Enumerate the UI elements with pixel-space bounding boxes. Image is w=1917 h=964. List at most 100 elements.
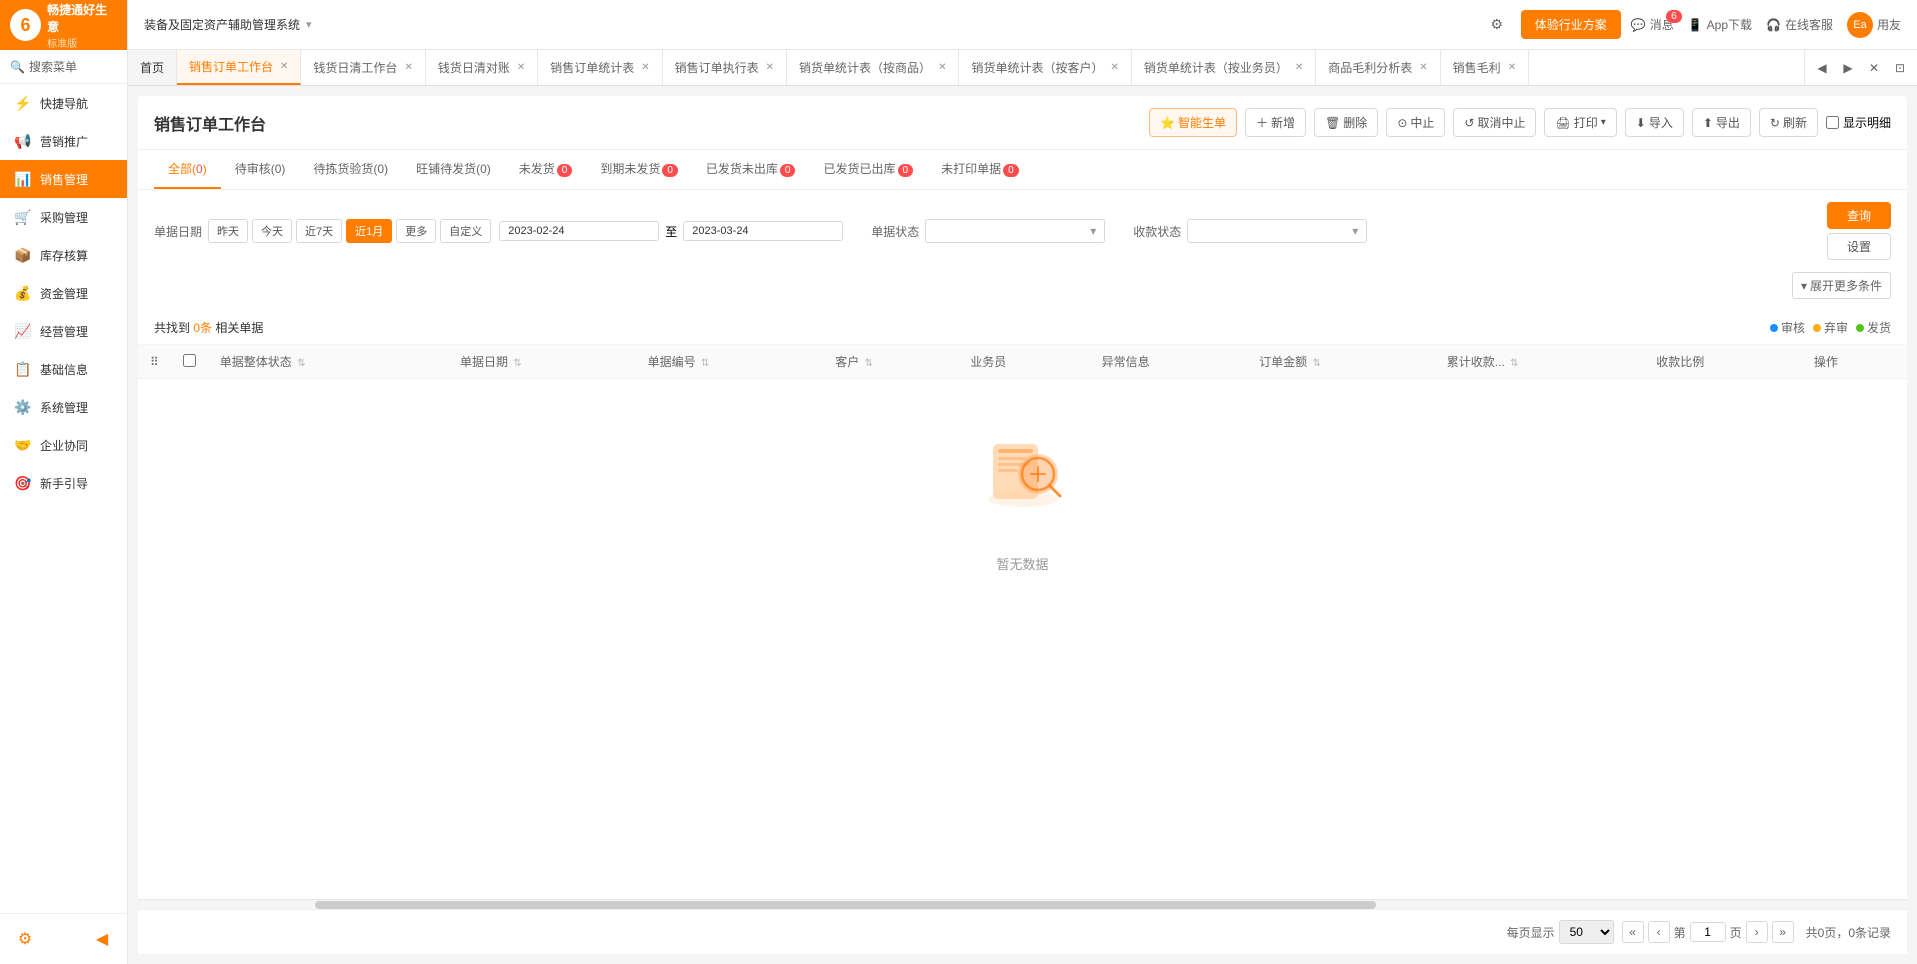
add-button[interactable]: ＋ 新增 <box>1245 108 1306 137</box>
tab-close-icon[interactable]: ✕ <box>517 62 525 73</box>
tab-close-icon[interactable]: ✕ <box>280 61 288 72</box>
tab-close-icon[interactable]: ✕ <box>1110 62 1118 73</box>
sidebar-item-guide[interactable]: 🎯 新手引导 <box>0 464 127 502</box>
cancel-review-button[interactable]: 弃审 <box>1813 319 1848 336</box>
date-from-input[interactable] <box>499 221 659 241</box>
tab-gross-profit[interactable]: 商品毛利分析表 ✕ <box>1316 50 1440 85</box>
last-page-button[interactable]: » <box>1772 921 1794 943</box>
expand-conditions-button[interactable]: ▾ 展开更多条件 <box>1792 272 1891 299</box>
user-menu[interactable]: Ea 用友 <box>1847 12 1901 38</box>
filter-tab-not-printed[interactable]: 未打印单据0 <box>927 150 1033 189</box>
date-btn-1month[interactable]: 近1月 <box>346 219 392 243</box>
tab-close-all-button[interactable]: ✕ <box>1863 57 1885 79</box>
filter-tab-wangpu[interactable]: 旺铺待发货(0) <box>402 150 505 189</box>
stop-button[interactable]: ⊙ 中止 <box>1386 108 1445 137</box>
query-button[interactable]: 查询 <box>1827 202 1891 229</box>
tab-close-icon[interactable]: ✕ <box>641 62 649 73</box>
solution-button[interactable]: 体验行业方案 <box>1521 10 1621 39</box>
sidebar-item-finance[interactable]: 💰 资金管理 <box>0 274 127 312</box>
ship-button[interactable]: 发货 <box>1856 319 1891 336</box>
show-detail-checkbox[interactable] <box>1826 116 1839 129</box>
col-number[interactable]: 单据编号 ⇅ <box>636 345 824 379</box>
tab-sales-stat[interactable]: 销售订单统计表 ✕ <box>538 50 662 85</box>
topbar-settings-button[interactable]: ⚙ <box>1483 11 1511 39</box>
date-btn-more[interactable]: 更多 <box>396 219 436 243</box>
sidebar-item-marketing[interactable]: 📢 营销推广 <box>0 122 127 160</box>
tab-sales-staff[interactable]: 销货单统计表（按业务员） ✕ <box>1132 50 1316 85</box>
tab-cash-reconcile[interactable]: 钱货日清对账 ✕ <box>426 50 538 85</box>
page-size-select[interactable]: 50 10 20 100 <box>1559 920 1614 944</box>
tab-sales-exec[interactable]: 销售订单执行表 ✕ <box>663 50 787 85</box>
import-button[interactable]: ⬇ 导入 <box>1625 108 1684 137</box>
sidebar-item-operation[interactable]: 📈 经营管理 <box>0 312 127 350</box>
tab-maximize-button[interactable]: ⊡ <box>1889 57 1911 79</box>
sidebar-collapse-button[interactable]: ◀ <box>87 924 117 954</box>
date-to-input[interactable] <box>683 221 843 241</box>
app-download-button[interactable]: 📱 App下载 <box>1688 16 1752 33</box>
col-collected[interactable]: 累计收款... ⇅ <box>1435 345 1645 379</box>
first-page-button[interactable]: « <box>1622 921 1644 943</box>
select-all-checkbox[interactable] <box>183 354 196 367</box>
page-size-selector: 每页显示 50 10 20 100 <box>1507 920 1614 944</box>
filter-tab-overdue-ship[interactable]: 到期未发货0 <box>586 150 692 189</box>
date-btn-yesterday[interactable]: 昨天 <box>208 219 248 243</box>
filter-tab-pending-review[interactable]: 待审核(0) <box>221 150 300 189</box>
status-select[interactable]: ▾ <box>925 219 1105 243</box>
sidebar-item-sales[interactable]: 📊 销售管理 <box>0 160 127 198</box>
date-btn-custom[interactable]: 自定义 <box>440 219 491 243</box>
tab-close-icon[interactable]: ✕ <box>1508 62 1516 73</box>
tab-next-button[interactable]: ▶ <box>1837 57 1859 79</box>
sidebar-item-system[interactable]: ⚙️ 系统管理 <box>0 388 127 426</box>
tab-close-icon[interactable]: ✕ <box>1419 62 1427 73</box>
tab-close-icon[interactable]: ✕ <box>1295 62 1303 73</box>
ship-btn-label: 发货 <box>1867 319 1891 336</box>
tab-sales-product[interactable]: 销货单统计表（按商品） ✕ <box>787 50 959 85</box>
tab-close-icon[interactable]: ✕ <box>938 62 946 73</box>
date-btn-today[interactable]: 今天 <box>252 219 292 243</box>
online-service-button[interactable]: 🎧 在线客服 <box>1766 16 1833 33</box>
payment-select[interactable]: ▾ <box>1187 219 1367 243</box>
tab-cash-daily[interactable]: 钱货日清工作台 ✕ <box>301 50 425 85</box>
next-page-button[interactable]: › <box>1746 921 1768 943</box>
tab-sales-profit[interactable]: 销售毛利 ✕ <box>1441 50 1529 85</box>
refresh-button[interactable]: ↻ 刷新 <box>1759 108 1818 137</box>
set-button[interactable]: 设置 <box>1827 233 1891 260</box>
col-customer[interactable]: 客户 ⇅ <box>823 345 958 379</box>
sidebar-item-purchase[interactable]: 🛒 采购管理 <box>0 198 127 236</box>
sidebar-item-basic[interactable]: 📋 基础信息 <box>0 350 127 388</box>
tab-prev-button[interactable]: ◀ <box>1811 57 1833 79</box>
tab-sales-workbench[interactable]: 销售订单工作台 ✕ <box>177 50 301 85</box>
show-detail-checkbox-container[interactable]: 显示明细 <box>1826 114 1891 131</box>
tab-close-icon[interactable]: ✕ <box>766 62 774 73</box>
col-date[interactable]: 单据日期 ⇅ <box>448 345 636 379</box>
col-checkbox[interactable] <box>171 345 208 379</box>
prev-page-button[interactable]: ‹ <box>1648 921 1670 943</box>
tab-home[interactable]: 首页 <box>128 50 177 85</box>
sidebar-item-inventory[interactable]: 📦 库存核算 <box>0 236 127 274</box>
filter-tab-not-shipped[interactable]: 未发货0 <box>505 150 587 189</box>
stop-icon: ⊙ <box>1397 116 1407 130</box>
review-button[interactable]: 审核 <box>1770 319 1805 336</box>
sidebar-item-quick-nav[interactable]: ⚡ 快捷导航 <box>0 84 127 122</box>
filter-tab-shipped-out-stock[interactable]: 已发货已出库0 <box>809 150 927 189</box>
smart-generate-button[interactable]: ⭐ 智能生单 <box>1149 108 1237 137</box>
cancel-stop-button[interactable]: ↺ 取消中止 <box>1453 108 1536 137</box>
message-button[interactable]: 💬 消息 6 <box>1631 16 1674 33</box>
sidebar-item-enterprise[interactable]: 🤝 企业协同 <box>0 426 127 464</box>
payment-label: 收款状态 <box>1133 223 1181 240</box>
page-number-input[interactable] <box>1690 922 1726 942</box>
print-button[interactable]: 🖨 打印 ▾ <box>1544 108 1616 137</box>
filter-tab-shipped-no-stock[interactable]: 已发货未出库0 <box>692 150 810 189</box>
tab-sales-customer[interactable]: 销货单统计表（按客户） ✕ <box>959 50 1131 85</box>
delete-button[interactable]: 🗑 删除 <box>1314 108 1378 137</box>
date-btn-7days[interactable]: 近7天 <box>296 219 342 243</box>
horizontal-scrollbar[interactable] <box>138 899 1907 909</box>
tab-close-icon[interactable]: ✕ <box>404 62 412 73</box>
filter-tab-all[interactable]: 全部(0) <box>154 150 221 189</box>
sidebar-settings-button[interactable]: ⚙ <box>10 924 40 954</box>
filter-tab-pending-inspect[interactable]: 待拣货验货(0) <box>299 150 402 189</box>
col-amount[interactable]: 订单金额 ⇅ <box>1247 345 1435 379</box>
export-button[interactable]: ⬆ 导出 <box>1692 108 1751 137</box>
sidebar-search[interactable]: 🔍 搜索菜单 <box>0 50 127 84</box>
col-staff[interactable]: 业务员 <box>958 345 1089 379</box>
